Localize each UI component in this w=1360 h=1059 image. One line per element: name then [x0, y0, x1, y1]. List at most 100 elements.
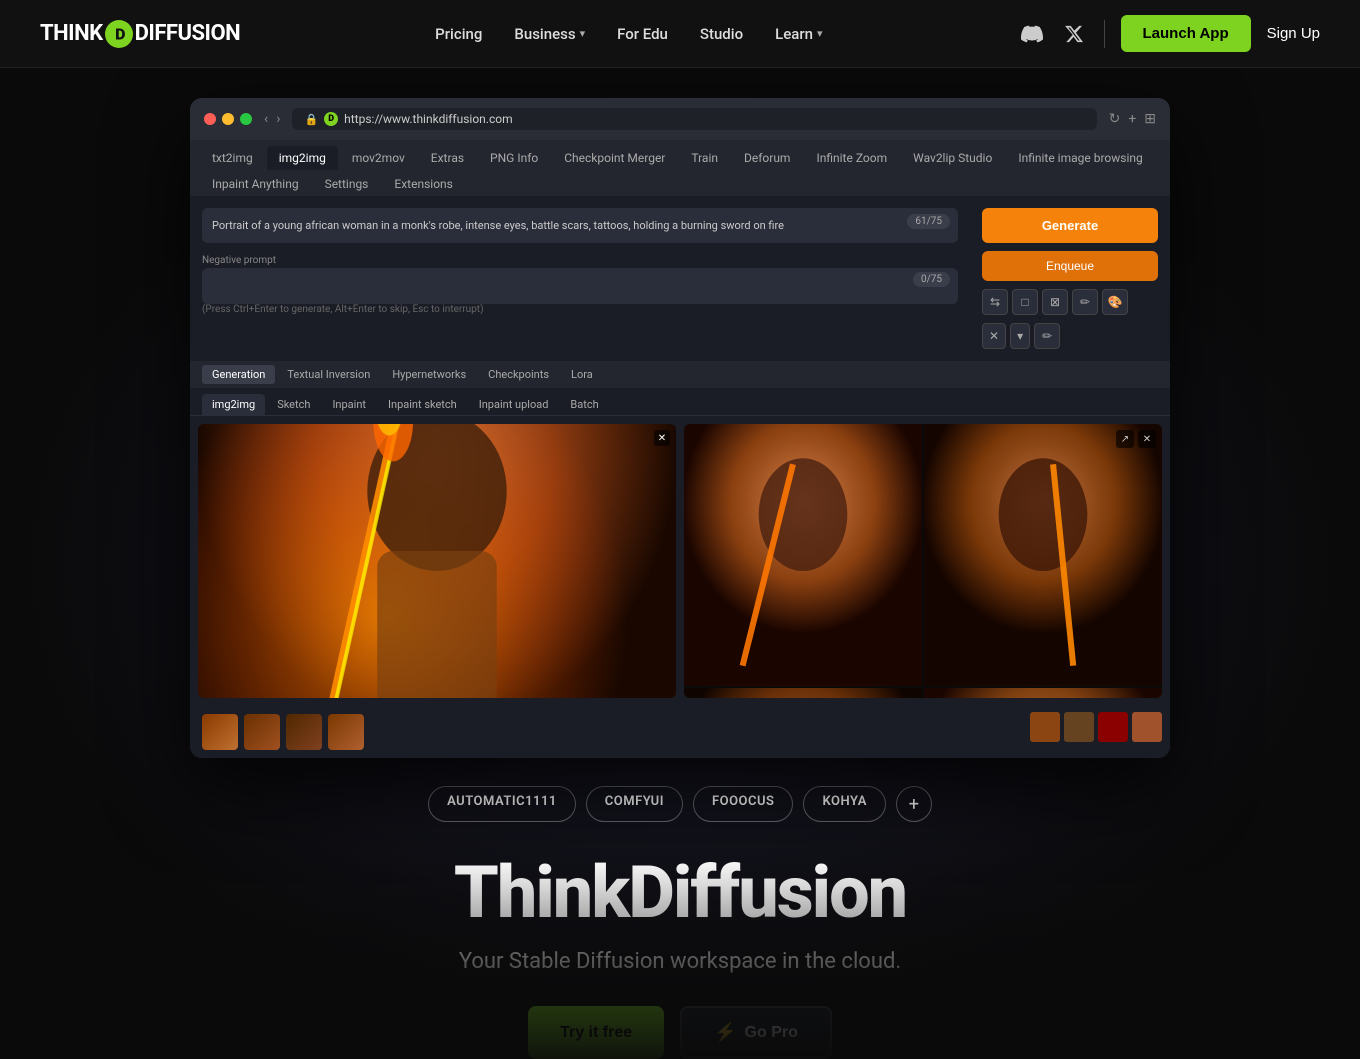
nav-studio[interactable]: Studio [700, 25, 743, 43]
tool-color-icon[interactable]: 🎨 [1102, 289, 1128, 315]
browser-actions: ↻ + ⊞ [1109, 111, 1156, 127]
tab-img2img[interactable]: img2img [267, 146, 338, 170]
gen-tab-hypernetworks[interactable]: Hypernetworks [382, 365, 476, 384]
negative-prompt-label: Negative prompt [202, 251, 958, 268]
right-thumb-4[interactable] [1132, 712, 1162, 742]
discord-icon[interactable] [1018, 20, 1046, 48]
negative-prompt-box[interactable]: 0/75 [202, 268, 958, 304]
back-icon[interactable]: ‹ [264, 111, 268, 127]
logo-icon [105, 20, 133, 48]
tab-infinite-zoom[interactable]: Infinite Zoom [804, 146, 899, 170]
sub-tab-sketch[interactable]: Sketch [267, 394, 320, 415]
favicon: D [324, 112, 338, 126]
thumb-4[interactable] [328, 714, 364, 750]
left-thumb-strip [190, 706, 684, 758]
right-thumb-2[interactable] [1064, 712, 1094, 742]
sd-tool-buttons: ⇆ □ ⊠ ✏ 🎨 [982, 289, 1158, 315]
gen-tab-checkpoints[interactable]: Checkpoints [478, 365, 559, 384]
thumb-1[interactable] [202, 714, 238, 750]
url-text: https://www.thinkdiffusion.com [344, 112, 512, 126]
enqueue-button[interactable]: Enqueue [982, 251, 1158, 281]
gen-tab-textual-inversion[interactable]: Textual Inversion [277, 365, 380, 384]
edit-extra-btn[interactable]: ✏ [1034, 323, 1060, 349]
negative-counter: 0/75 [913, 272, 950, 287]
generate-button[interactable]: Generate [982, 208, 1158, 243]
right-thumb-3[interactable] [1098, 712, 1128, 742]
chevron-down-icon: ▾ [580, 27, 586, 40]
x-twitter-icon[interactable] [1060, 20, 1088, 48]
thumb-2[interactable] [244, 714, 280, 750]
browser-url-bar[interactable]: 🔒 D https://www.thinkdiffusion.com [292, 108, 1096, 130]
tab-extras[interactable]: Extras [419, 146, 476, 170]
tab-png-info[interactable]: PNG Info [478, 146, 550, 170]
badge-plus-button[interactable]: + [896, 786, 932, 822]
badge-automatic1111[interactable]: AUTOMATIC1111 [428, 786, 576, 822]
sign-up-button[interactable]: Sign Up [1267, 25, 1320, 42]
badge-fooocus[interactable]: FOOOCUS [693, 786, 794, 822]
nav-for-edu[interactable]: For Edu [617, 25, 668, 43]
tab-settings[interactable]: Settings [313, 172, 381, 196]
badge-kohya[interactable]: KOHYA [803, 786, 885, 822]
learn-link[interactable]: Learn ▾ [775, 25, 822, 43]
nav-business[interactable]: Business ▾ [514, 25, 585, 43]
dot-maximize[interactable] [240, 113, 252, 125]
tool-crop-icon[interactable]: ⊠ [1042, 289, 1068, 315]
expand-extra-btn[interactable]: ▾ [1010, 323, 1030, 349]
tab-wav2lip[interactable]: Wav2lip Studio [901, 146, 1004, 170]
try-free-button[interactable]: Try it free [528, 1006, 664, 1059]
thumb-3[interactable] [286, 714, 322, 750]
output-cell-4 [924, 688, 1162, 698]
sd-input-image[interactable]: ✕ [198, 424, 676, 698]
prompt-text: Portrait of a young african woman in a m… [212, 218, 948, 233]
sub-tab-inpaint-upload[interactable]: Inpaint upload [469, 394, 559, 415]
tab-mov2mov[interactable]: mov2mov [340, 146, 417, 170]
reload-icon[interactable]: ↻ [1109, 111, 1121, 127]
nav-pricing[interactable]: Pricing [435, 25, 482, 43]
gen-tab-generation[interactable]: Generation [202, 365, 275, 384]
pricing-link[interactable]: Pricing [435, 25, 482, 43]
output-close-btn[interactable]: ✕ [1138, 430, 1156, 448]
gen-tab-lora[interactable]: Lora [561, 365, 603, 384]
sd-gen-sub-tabs: Generation Textual Inversion Hypernetwor… [190, 361, 1170, 388]
tool-expand-icon[interactable]: □ [1012, 289, 1038, 315]
prompt-box[interactable]: Portrait of a young african woman in a m… [202, 208, 958, 243]
sub-tab-batch[interactable]: Batch [560, 394, 608, 415]
nav-right: Launch App Sign Up [1018, 15, 1320, 52]
tab-extensions[interactable]: Extensions [382, 172, 464, 196]
tool-brush-icon[interactable]: ✏ [1072, 289, 1098, 315]
browser-bar: ‹ › 🔒 D https://www.thinkdiffusion.com ↻… [190, 98, 1170, 140]
studio-link[interactable]: Studio [700, 25, 743, 43]
output-expand-btn[interactable]: ↗ [1116, 430, 1134, 448]
tab-infinite-browsing[interactable]: Infinite image browsing [1006, 146, 1154, 170]
nav-learn[interactable]: Learn ▾ [775, 25, 822, 43]
hero-section: ‹ › 🔒 D https://www.thinkdiffusion.com ↻… [0, 68, 1360, 1059]
output-cell-3 [684, 688, 922, 698]
tab-deforum[interactable]: Deforum [732, 146, 802, 170]
grid-icon[interactable]: ⊞ [1144, 111, 1156, 127]
sub-tab-inpaint-sketch[interactable]: Inpaint sketch [378, 394, 467, 415]
close-extra-btn[interactable]: ✕ [982, 323, 1006, 349]
forward-icon[interactable]: › [276, 111, 280, 127]
launch-app-button[interactable]: Launch App [1121, 15, 1251, 52]
hero-cta-row: Try it free ⚡ Go Pro [528, 1006, 832, 1059]
tab-txt2img[interactable]: txt2img [200, 146, 265, 170]
input-close-button[interactable]: ✕ [654, 430, 670, 446]
for-edu-link[interactable]: For Edu [617, 25, 668, 43]
sub-tab-inpaint[interactable]: Inpaint [322, 394, 376, 415]
tool-arrows-icon[interactable]: ⇆ [982, 289, 1008, 315]
dot-minimize[interactable] [222, 113, 234, 125]
business-link[interactable]: Business ▾ [514, 25, 585, 43]
tab-checkpoint-merger[interactable]: Checkpoint Merger [552, 146, 677, 170]
tab-inpaint-anything[interactable]: Inpaint Anything [200, 172, 311, 196]
for-edu-label: For Edu [617, 25, 668, 43]
logo[interactable]: THINKDIFFUSION [40, 20, 240, 48]
hero-title: ThinkDiffusion [454, 850, 906, 935]
go-pro-button[interactable]: ⚡ Go Pro [680, 1006, 832, 1059]
right-thumb-1[interactable] [1030, 712, 1060, 742]
sub-tab-img2img[interactable]: img2img [202, 394, 265, 415]
tab-train[interactable]: Train [679, 146, 730, 170]
lock-icon: 🔒 [304, 113, 318, 126]
badge-comfyui[interactable]: COMFYUI [586, 786, 683, 822]
add-tab-icon[interactable]: + [1128, 111, 1136, 127]
dot-close[interactable] [204, 113, 216, 125]
